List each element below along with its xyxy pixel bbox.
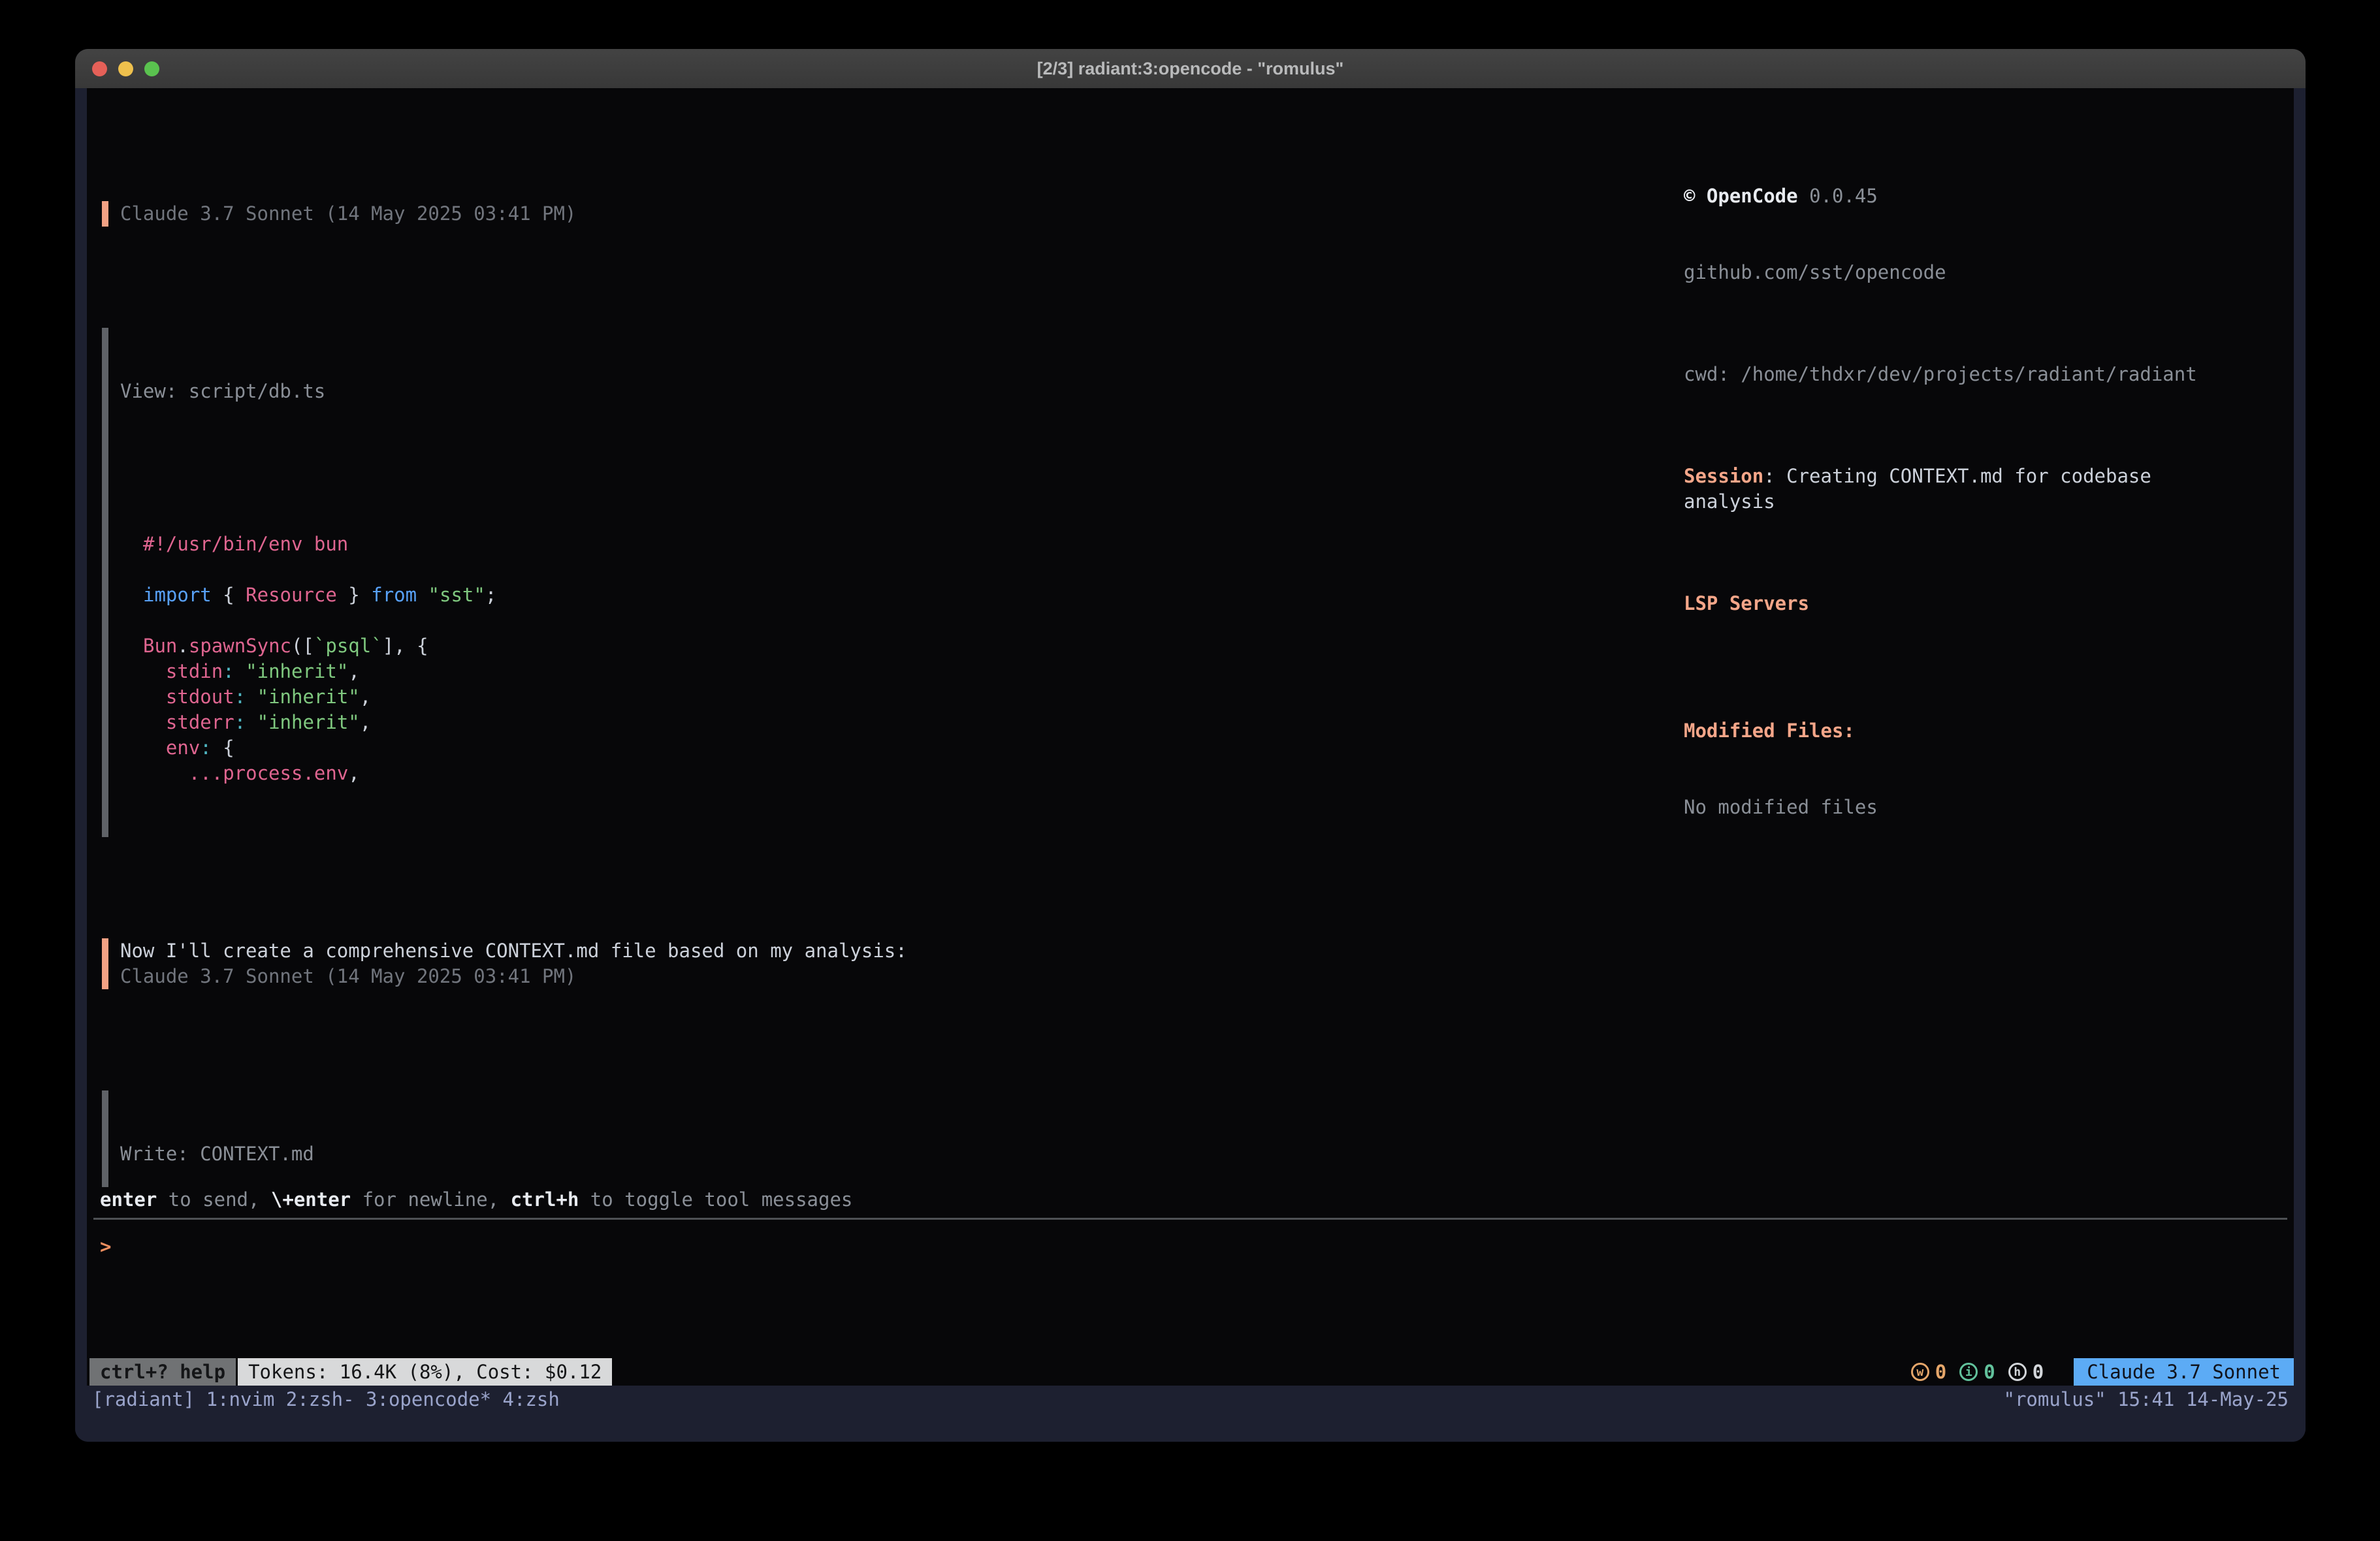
model-badge[interactable]: Claude 3.7 Sonnet bbox=[2074, 1358, 2294, 1386]
message-text: Now I'll create a comprehensive CONTEXT.… bbox=[108, 938, 907, 989]
info-counter: i 0 bbox=[1959, 1361, 2008, 1383]
tool-write-label: Write: CONTEXT.md bbox=[120, 1141, 1249, 1167]
tool-accent-bar bbox=[102, 1090, 108, 1187]
composer: enter to send, \+enter for newline, ctrl… bbox=[87, 1187, 2294, 1358]
info-icon: i bbox=[1959, 1363, 1978, 1381]
diagnostics-counters: w 0 i 0 h 0 bbox=[1911, 1358, 2057, 1386]
window-titlebar: [2/3] radiant:3:opencode - "romulus" bbox=[75, 49, 2306, 88]
close-button[interactable] bbox=[92, 61, 107, 76]
code-preview: #!/usr/bin/env bun import { Resource } f… bbox=[120, 532, 496, 786]
tool-view-label: View: script/db.ts bbox=[120, 379, 496, 404]
desktop: { "titlebar": { "title": "[2/3] radiant:… bbox=[0, 0, 2380, 1541]
modified-files-empty: No modified files bbox=[1684, 795, 2294, 820]
prompt-input[interactable]: > bbox=[93, 1234, 2287, 1358]
tmux-host-clock: "romulus" 15:41 14-May-25 bbox=[2004, 1388, 2289, 1410]
cwd-line: cwd: /home/thdxr/dev/projects/radiant/ra… bbox=[1684, 362, 2294, 387]
hint-icon: h bbox=[2008, 1363, 2027, 1381]
hint-counter: h 0 bbox=[2008, 1361, 2057, 1383]
warning-counter: w 0 bbox=[1911, 1361, 1959, 1383]
assistant-message: Claude 3.7 Sonnet (14 May 2025 03:41 PM) bbox=[102, 201, 1684, 227]
modified-files-heading: Modified Files: bbox=[1684, 718, 2294, 744]
terminal-bottom-padding bbox=[75, 1413, 2306, 1442]
help-shortcut-chip: ctrl+? help bbox=[89, 1358, 236, 1386]
window-title: [2/3] radiant:3:opencode - "romulus" bbox=[1037, 59, 1344, 79]
tmux-status-bar: [radiant] 1:nvim 2:zsh- 3:opencode* 4:zs… bbox=[75, 1386, 2306, 1413]
tool-write-block: Write: CONTEXT.md # Radiant Project Guid… bbox=[102, 1090, 1684, 1187]
composer-divider bbox=[93, 1218, 2287, 1220]
repo-link: github.com/sst/opencode bbox=[1684, 260, 2294, 285]
assistant-message: Now I'll create a comprehensive CONTEXT.… bbox=[102, 938, 1684, 989]
lsp-servers-heading: LSP Servers bbox=[1684, 591, 2294, 616]
message-accent-bar bbox=[102, 938, 108, 989]
terminal-body: Claude 3.7 Sonnet (14 May 2025 03:41 PM)… bbox=[75, 88, 2306, 1386]
tool-view-block: View: script/db.ts #!/usr/bin/env bun im… bbox=[102, 328, 1684, 837]
zoom-button[interactable] bbox=[144, 61, 159, 76]
terminal-window: [2/3] radiant:3:opencode - "romulus" Cla… bbox=[75, 49, 2306, 1442]
keybinding-hint: enter to send, \+enter for newline, ctrl… bbox=[93, 1187, 2287, 1213]
app-name-version: © OpenCode 0.0.45 bbox=[1684, 183, 2294, 209]
traffic-lights bbox=[92, 49, 159, 88]
prompt-caret: > bbox=[100, 1235, 111, 1258]
message-accent-bar bbox=[102, 201, 108, 227]
info-sidebar: © OpenCode 0.0.45 github.com/sst/opencod… bbox=[1684, 88, 2294, 1187]
session-title: Session: Creating CONTEXT.md for codebas… bbox=[1684, 464, 2294, 515]
minimize-button[interactable] bbox=[118, 61, 133, 76]
tmux-session-windows[interactable]: [radiant] 1:nvim 2:zsh- 3:opencode* 4:zs… bbox=[92, 1388, 560, 1410]
opencode-app: Claude 3.7 Sonnet (14 May 2025 03:41 PM)… bbox=[87, 88, 2294, 1386]
warning-icon: w bbox=[1911, 1363, 1929, 1381]
status-bar: ctrl+? help Tokens: 16.4K (8%), Cost: $0… bbox=[87, 1358, 2294, 1386]
message-meta: Claude 3.7 Sonnet (14 May 2025 03:41 PM) bbox=[108, 201, 576, 227]
tokens-cost-chip: Tokens: 16.4K (8%), Cost: $0.12 bbox=[238, 1358, 612, 1386]
chat-history[interactable]: Claude 3.7 Sonnet (14 May 2025 03:41 PM)… bbox=[87, 88, 1684, 1187]
tool-accent-bar bbox=[102, 328, 108, 837]
